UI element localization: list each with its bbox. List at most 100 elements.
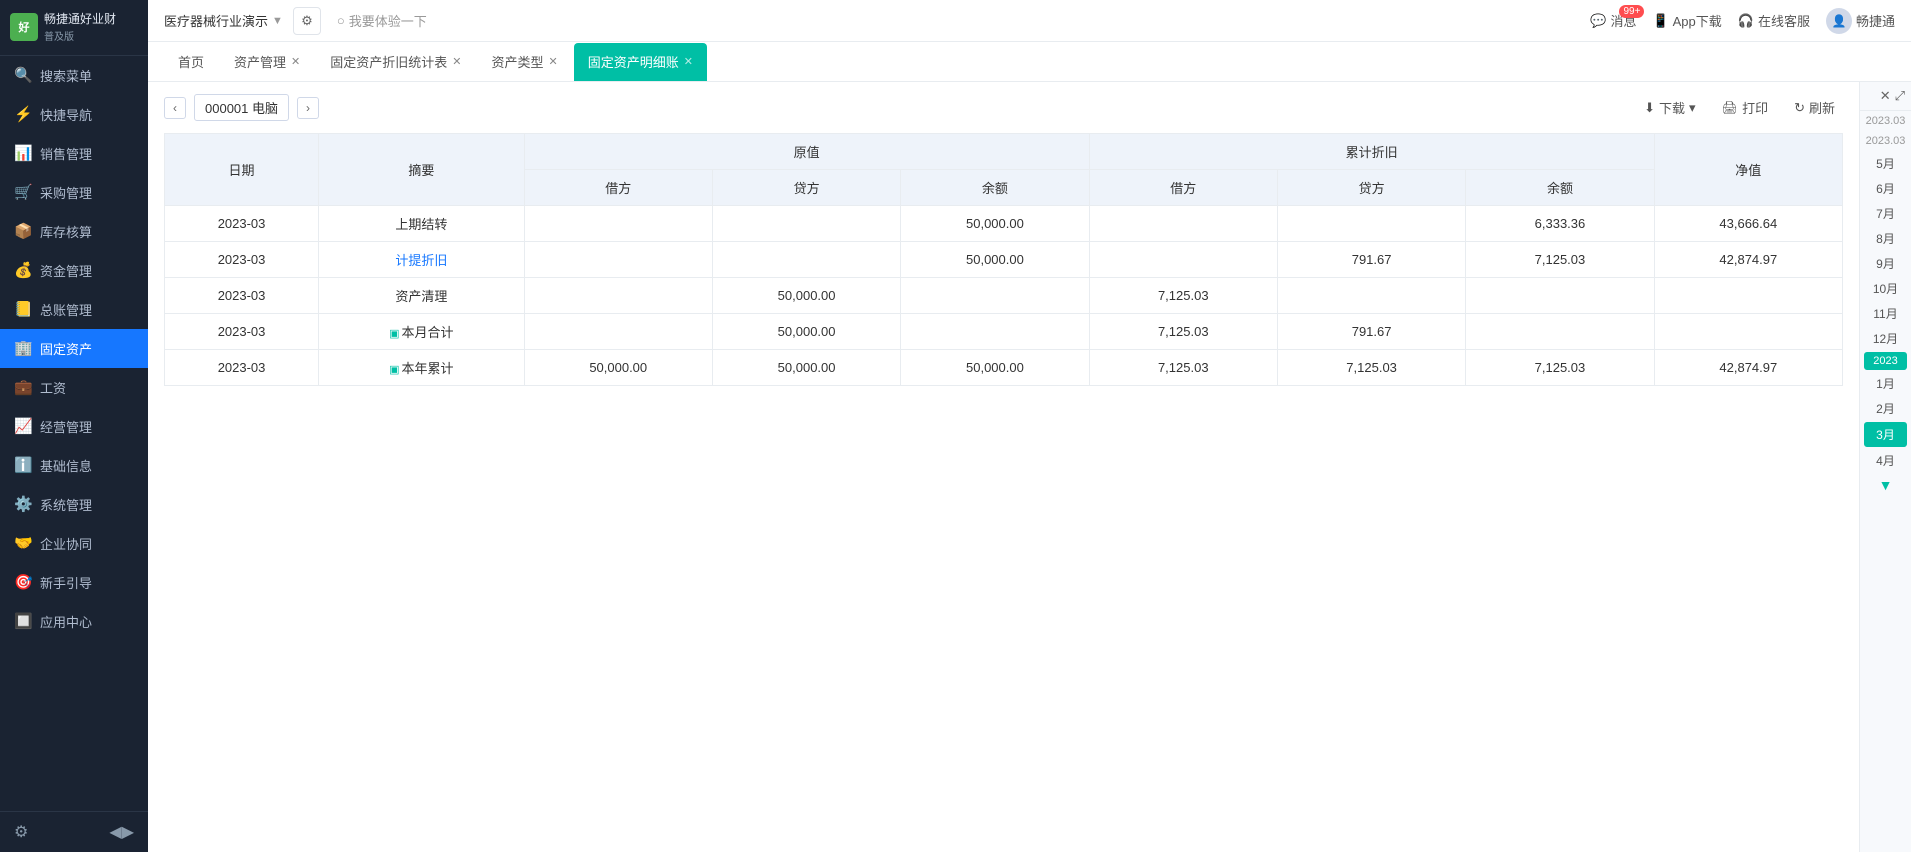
content-main: ‹ 000001 电脑 › ⬇ 下载 ▾ 🖨 打印 ↻ 刷新 xyxy=(148,82,1859,852)
next-asset-button[interactable]: › xyxy=(297,97,319,119)
download-arrow: ▾ xyxy=(1689,100,1696,116)
experience-button[interactable]: ○ 我要体验一下 xyxy=(337,11,427,30)
timeline-month-6月[interactable]: 6月 xyxy=(1860,176,1911,201)
cell-orig-debit xyxy=(524,278,712,314)
cell-acc-debit xyxy=(1089,206,1277,242)
sidebar-item-system[interactable]: ⚙️ 系统管理 xyxy=(0,485,148,524)
timeline-month-2023-1月[interactable]: 1月 xyxy=(1860,371,1911,396)
timeline-month-12月[interactable]: 12月 xyxy=(1860,326,1911,351)
tab-depreciation[interactable]: 固定资产折旧统计表 ✕ xyxy=(316,43,475,81)
print-button[interactable]: 🖨 打印 xyxy=(1714,94,1777,121)
settings-button[interactable]: ⚙ xyxy=(293,7,321,35)
badge-icon: ▣ xyxy=(389,364,399,376)
ledger-table: 日期 摘要 原值 累计折旧 净值 借方 贷方 余额 借方 贷方 余额 xyxy=(164,133,1843,386)
company-selector[interactable]: 医疗器械行业演示 ▼ xyxy=(164,11,283,30)
timeline-month-2023-3月[interactable]: 3月 xyxy=(1864,422,1907,447)
sidebar-item-basic-info[interactable]: ℹ️ 基础信息 xyxy=(0,446,148,485)
table-row: 2023-03 上期结转 50,000.00 6,333.36 43,666.6… xyxy=(165,206,1843,242)
summary-link[interactable]: 计提折旧 xyxy=(395,253,447,268)
sidebar-label-company-coop: 企业协同 xyxy=(40,534,92,553)
salary-icon: 💼 xyxy=(14,378,32,396)
company-dropdown-arrow: ▼ xyxy=(272,15,283,27)
sidebar-item-search[interactable]: 🔍 搜索菜单 xyxy=(0,56,148,95)
summary-text: 上期结转 xyxy=(395,217,447,232)
table-row: 2023-03 资产清理 50,000.00 7,125.03 xyxy=(165,278,1843,314)
finance-icon: 💰 xyxy=(14,261,32,279)
sidebar-logo: 好 畅捷通好业财 普及版 xyxy=(0,0,148,56)
summary-text: 本年累计 xyxy=(402,361,454,376)
timeline-month-2023-2月[interactable]: 2月 xyxy=(1860,396,1911,421)
cell-orig-debit xyxy=(524,206,712,242)
cell-summary: 上期结转 xyxy=(319,206,524,242)
company-coop-icon: 🤝 xyxy=(14,534,32,552)
timeline-month-8月[interactable]: 8月 xyxy=(1860,226,1911,251)
refresh-button[interactable]: ↻ 刷新 xyxy=(1786,94,1843,121)
timeline-month-11月[interactable]: 11月 xyxy=(1860,301,1911,326)
sidebar-item-fixed-assets[interactable]: 🏢 固定资产 xyxy=(0,329,148,368)
timeline-month-7月[interactable]: 7月 xyxy=(1860,201,1911,226)
company-name: 医疗器械行业演示 xyxy=(164,11,268,30)
sidebar-label-search: 搜索菜单 xyxy=(40,66,92,85)
cell-acc-debit xyxy=(1089,242,1277,278)
timeline-month-5月[interactable]: 5月 xyxy=(1860,151,1911,176)
app-download-button[interactable]: 📱 App下载 xyxy=(1652,11,1721,30)
close-tab-assets[interactable]: ✕ xyxy=(291,55,300,68)
sidebar-item-finance[interactable]: 💰 资金管理 xyxy=(0,251,148,290)
sidebar-item-operations[interactable]: 📈 经营管理 xyxy=(0,407,148,446)
sidebar-item-app-center[interactable]: 🔲 应用中心 xyxy=(0,602,148,641)
cell-orig-credit: 50,000.00 xyxy=(712,314,900,350)
app-title: 畅捷通好业财 xyxy=(44,12,116,28)
cell-acc-credit: 791.67 xyxy=(1277,242,1465,278)
table-row: 2023-03 计提折旧 50,000.00 791.67 7,125.03 4… xyxy=(165,242,1843,278)
col-header-accumulated-depreciation: 累计折旧 xyxy=(1089,134,1654,170)
messages-button[interactable]: 💬 消息 99+ xyxy=(1590,11,1636,30)
cell-orig-credit xyxy=(712,206,900,242)
cell-net-value: 43,666.64 xyxy=(1654,206,1842,242)
prev-asset-button[interactable]: ‹ xyxy=(164,97,186,119)
cell-orig-debit xyxy=(524,314,712,350)
cell-acc-credit: 7,125.03 xyxy=(1277,350,1465,386)
sidebar-item-inventory[interactable]: 📦 库存核算 xyxy=(0,212,148,251)
inventory-icon: 📦 xyxy=(14,222,32,240)
tab-assets[interactable]: 资产管理 ✕ xyxy=(220,43,314,81)
fixed-assets-icon: 🏢 xyxy=(14,339,32,357)
sidebar-item-company-coop[interactable]: 🤝 企业协同 xyxy=(0,524,148,563)
sidebar-label-finance: 资金管理 xyxy=(40,261,92,280)
cell-net-value xyxy=(1654,314,1842,350)
settings-icon[interactable]: ⚙ xyxy=(14,822,28,842)
sidebar-item-guide[interactable]: 🎯 新手引导 xyxy=(0,563,148,602)
system-icon: ⚙️ xyxy=(14,495,32,513)
sidebar-item-salary[interactable]: 💼 工资 xyxy=(0,368,148,407)
close-tab-depreciation[interactable]: ✕ xyxy=(452,55,461,68)
close-tab-asset-type[interactable]: ✕ xyxy=(549,55,558,68)
collapse-icon[interactable]: ◀▶ xyxy=(109,822,134,842)
close-tab-asset-detail[interactable]: ✕ xyxy=(684,55,693,68)
col-orig-debit: 借方 xyxy=(524,170,712,206)
timeline-close-icon[interactable]: ✕ xyxy=(1880,88,1891,104)
user-menu[interactable]: 👤 畅捷通 xyxy=(1826,8,1895,34)
timeline-month-2023-4月[interactable]: 4月 xyxy=(1860,448,1911,473)
timeline-month-9月[interactable]: 9月 xyxy=(1860,251,1911,276)
topbar: 医疗器械行业演示 ▼ ⚙ ○ 我要体验一下 💬 消息 99+ 📱 App下载 🎧… xyxy=(148,0,1911,42)
sidebar-label-inventory: 库存核算 xyxy=(40,222,92,241)
sidebar-item-purchase[interactable]: 🛒 采购管理 xyxy=(0,173,148,212)
customer-service-button[interactable]: 🎧 在线客服 xyxy=(1738,11,1810,30)
message-icon: 💬 xyxy=(1590,13,1606,29)
timeline-arrow-down-icon[interactable]: ▼ xyxy=(1860,473,1911,497)
sidebar-item-quick-nav[interactable]: ⚡ 快捷导航 xyxy=(0,95,148,134)
sidebar-item-sales[interactable]: 📊 销售管理 xyxy=(0,134,148,173)
timeline-month-10月[interactable]: 10月 xyxy=(1860,276,1911,301)
timeline-expand-icon[interactable]: ⤢ xyxy=(1895,88,1905,104)
tab-asset-detail[interactable]: 固定资产明细账 ✕ xyxy=(574,43,707,81)
guide-icon: 🎯 xyxy=(14,573,32,591)
col-header-date: 日期 xyxy=(165,134,319,206)
timeline-header: ✕ ⤢ xyxy=(1860,82,1911,111)
sidebar-item-ledger[interactable]: 📒 总账管理 xyxy=(0,290,148,329)
cell-date: 2023-03 xyxy=(165,278,319,314)
timeline-year-2023[interactable]: 2023 xyxy=(1864,352,1907,370)
basic-info-icon: ℹ️ xyxy=(14,456,32,474)
tab-home[interactable]: 首页 xyxy=(164,43,218,81)
app-center-icon: 🔲 xyxy=(14,612,32,630)
tab-asset-type[interactable]: 资产类型 ✕ xyxy=(477,43,571,81)
download-button[interactable]: ⬇ 下载 ▾ xyxy=(1636,94,1703,121)
